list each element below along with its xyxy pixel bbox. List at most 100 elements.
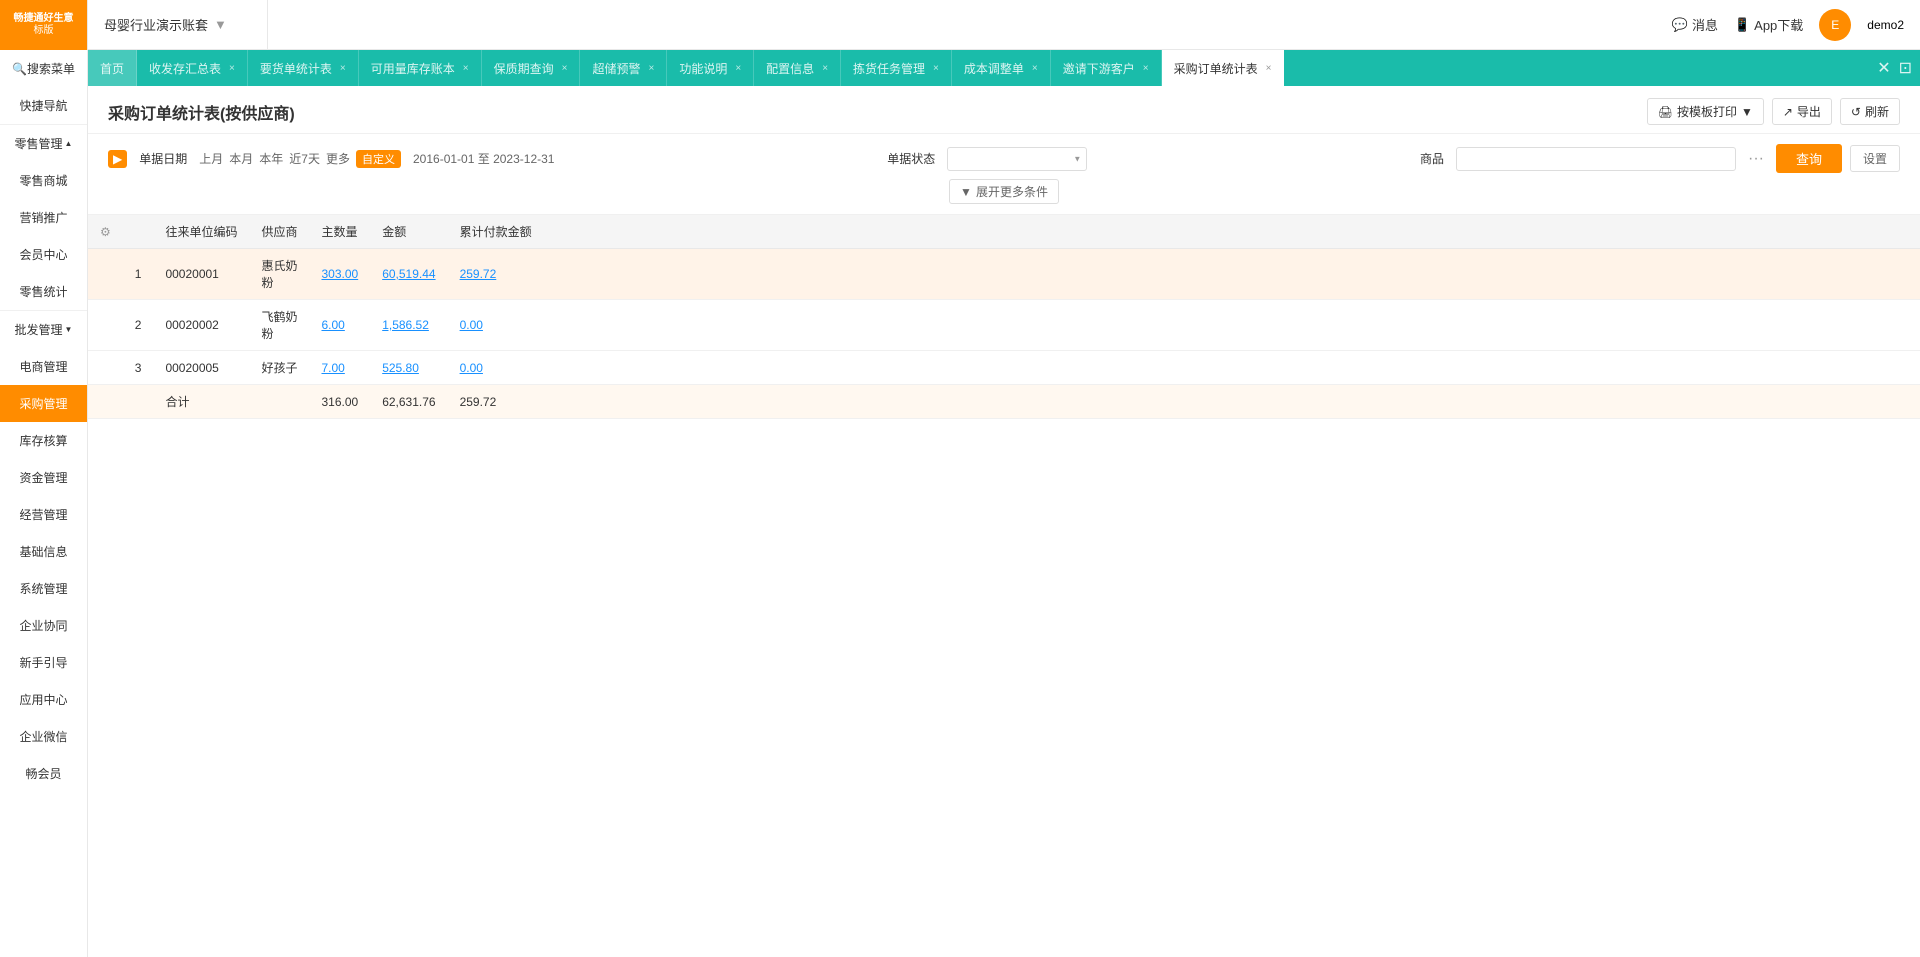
row-paid-amount[interactable]: 259.72 (448, 249, 544, 300)
query-button[interactable]: 查询 (1776, 144, 1842, 173)
close-icon[interactable]: × (229, 63, 235, 74)
sidebar-item-enterprise-wechat[interactable]: 企业微信 (0, 718, 87, 755)
close-icon[interactable]: × (822, 63, 828, 74)
tab-function-desc[interactable]: 功能说明 × (667, 50, 754, 86)
sidebar-item-retail-mall[interactable]: 零售商城 (0, 162, 87, 199)
sidebar-item-purchase[interactable]: 采购管理 (0, 385, 87, 422)
tab-overstock[interactable]: 超储预警 × (580, 50, 667, 86)
chevron-down-icon: ▼ (214, 17, 227, 32)
row-amount[interactable]: 1,586.52 (370, 300, 447, 351)
chevron-down-icon: ▼ (960, 185, 972, 199)
sidebar-item-vip[interactable]: 畅会员 (0, 755, 87, 792)
print-button[interactable]: 🖨 按模板打印 ▼ (1647, 98, 1764, 125)
close-icon[interactable]: × (735, 63, 741, 74)
close-icon[interactable]: × (1266, 63, 1272, 74)
sidebar-item-batch[interactable]: 批发管理 ▼ (0, 311, 87, 348)
close-icon[interactable]: × (648, 63, 654, 74)
table-area: ⚙ 往来单位编码 供应商 主数量 金额 累计付款金额 1 00020001 (88, 215, 1920, 957)
tab-order-summary[interactable]: 要货单统计表 × (248, 50, 359, 86)
sidebar-item-retail[interactable]: 零售管理 ▲ (0, 125, 87, 162)
goods-input[interactable] (1456, 147, 1736, 171)
close-icon[interactable]: × (463, 63, 469, 74)
tab-invite[interactable]: 邀请下游客户 × (1051, 50, 1162, 86)
status-select-wrapper (947, 147, 1087, 171)
sidebar-item-operation[interactable]: 经营管理 (0, 496, 87, 533)
app-download-button[interactable]: 📱 App下载 (1734, 15, 1803, 34)
tab-order-summary-label: 要货单统计表 (260, 60, 332, 77)
status-label: 单据状态 (887, 150, 935, 167)
sidebar-item-basic[interactable]: 基础信息 (0, 533, 87, 570)
close-icon[interactable]: × (1143, 63, 1149, 74)
filter-row-1: ▶ 单据日期 上月 本月 本年 近7天 更多 自定义 2016-01-01 至 … (108, 144, 1900, 173)
row-index: 2 (123, 300, 154, 351)
user-avatar[interactable]: E (1819, 9, 1851, 41)
row-paid-amount[interactable]: 0.00 (448, 351, 544, 385)
refresh-icon: ↺ (1851, 105, 1861, 119)
sidebar-item-retail-stats[interactable]: 零售统计 (0, 273, 87, 310)
expand-more-button[interactable]: ▼ 展开更多条件 (949, 179, 1059, 204)
workspace-selector[interactable]: 母婴行业演示账套 ▼ (88, 0, 268, 49)
settings-button[interactable]: 设置 (1850, 145, 1900, 172)
status-select[interactable] (947, 147, 1087, 171)
gear-icon[interactable]: ⚙ (100, 225, 111, 239)
footer-empty-3 (249, 385, 309, 419)
row-quantity[interactable]: 7.00 (309, 351, 370, 385)
shortcut-last-month[interactable]: 上月 (199, 150, 223, 168)
sidebar-item-quicknav[interactable]: 快捷导航 (0, 87, 87, 124)
sidebar-item-search[interactable]: 🔍 搜索菜单 (0, 50, 87, 87)
col-paid-amount: 累计付款金额 (448, 215, 544, 249)
tab-overstock-label: 超储预警 (592, 60, 640, 77)
page-actions: 🖨 按模板打印 ▼ ↗ 导出 ↺ 刷新 (1647, 98, 1900, 125)
close-icon[interactable]: × (1032, 63, 1038, 74)
sidebar-item-finance[interactable]: 资金管理 (0, 459, 87, 496)
export-button[interactable]: ↗ 导出 (1772, 98, 1832, 125)
main-area: 母婴行业演示账套 ▼ 💬 消息 📱 App下载 E demo2 首页 收发存汇总… (88, 0, 1920, 957)
close-all-icon[interactable]: ✕ (1877, 58, 1890, 78)
sidebar-item-marketing[interactable]: 营销推广 (0, 199, 87, 236)
export-icon: ↗ (1783, 105, 1793, 119)
row-paid-amount[interactable]: 0.00 (448, 300, 544, 351)
chevron-down-icon: ▼ (65, 325, 73, 334)
date-range-display: 2016-01-01 至 2023-12-31 (413, 150, 554, 167)
maximize-icon[interactable]: ⊡ (1899, 58, 1912, 78)
tab-purchase-summary[interactable]: 采购订单统计表 × (1162, 50, 1285, 86)
tab-available-stock[interactable]: 可用量库存账本 × (359, 50, 482, 86)
row-partner-code: 00020001 (153, 249, 249, 300)
tab-task-mgmt[interactable]: 拣货任务管理 × (841, 50, 952, 86)
refresh-button[interactable]: ↺ 刷新 (1840, 98, 1900, 125)
row-quantity[interactable]: 303.00 (309, 249, 370, 300)
tab-cost-adjust[interactable]: 成本调整单 × (952, 50, 1051, 86)
close-icon[interactable]: × (340, 63, 346, 74)
sidebar-item-enterprise-coop[interactable]: 企业协同 (0, 607, 87, 644)
tab-config[interactable]: 配置信息 × (754, 50, 841, 86)
print-icon: 🖨 (1658, 105, 1673, 119)
tab-purchase-summary-label: 采购订单统计表 (1174, 60, 1258, 77)
close-icon[interactable]: × (933, 63, 939, 74)
shortcut-this-year[interactable]: 本年 (259, 150, 283, 168)
row-amount[interactable]: 525.80 (370, 351, 447, 385)
tab-home-label: 首页 (100, 60, 124, 77)
sidebar-item-member[interactable]: 会员中心 (0, 236, 87, 273)
row-supplier: 好孩子 (249, 351, 309, 385)
sidebar-item-ecommerce[interactable]: 电商管理 (0, 348, 87, 385)
tab-warranty[interactable]: 保质期查询 × (482, 50, 581, 86)
search-icon: 🔍 (12, 62, 27, 76)
shortcut-more[interactable]: 更多 (326, 150, 350, 168)
sidebar-item-inventory[interactable]: 库存核算 (0, 422, 87, 459)
sidebar-item-new-guide[interactable]: 新手引导 (0, 644, 87, 681)
sidebar-item-system[interactable]: 系统管理 (0, 570, 87, 607)
more-options-icon[interactable]: ··· (1748, 150, 1764, 168)
row-quantity[interactable]: 6.00 (309, 300, 370, 351)
shortcut-custom[interactable]: 自定义 (356, 150, 401, 168)
table-row: 2 00020002 飞鹤奶粉 6.00 1,586.52 0.00 (88, 300, 1920, 351)
close-icon[interactable]: × (562, 63, 568, 74)
col-settings: ⚙ (88, 215, 123, 249)
sidebar-item-app-center[interactable]: 应用中心 (0, 681, 87, 718)
filter-collapse-icon[interactable]: ▶ (108, 150, 127, 168)
row-amount[interactable]: 60,519.44 (370, 249, 447, 300)
message-button[interactable]: 💬 消息 (1672, 15, 1718, 34)
tab-receive-summary[interactable]: 收发存汇总表 × (137, 50, 248, 86)
tab-home[interactable]: 首页 (88, 50, 137, 86)
shortcut-this-month[interactable]: 本月 (229, 150, 253, 168)
shortcut-7-days[interactable]: 近7天 (289, 150, 320, 168)
